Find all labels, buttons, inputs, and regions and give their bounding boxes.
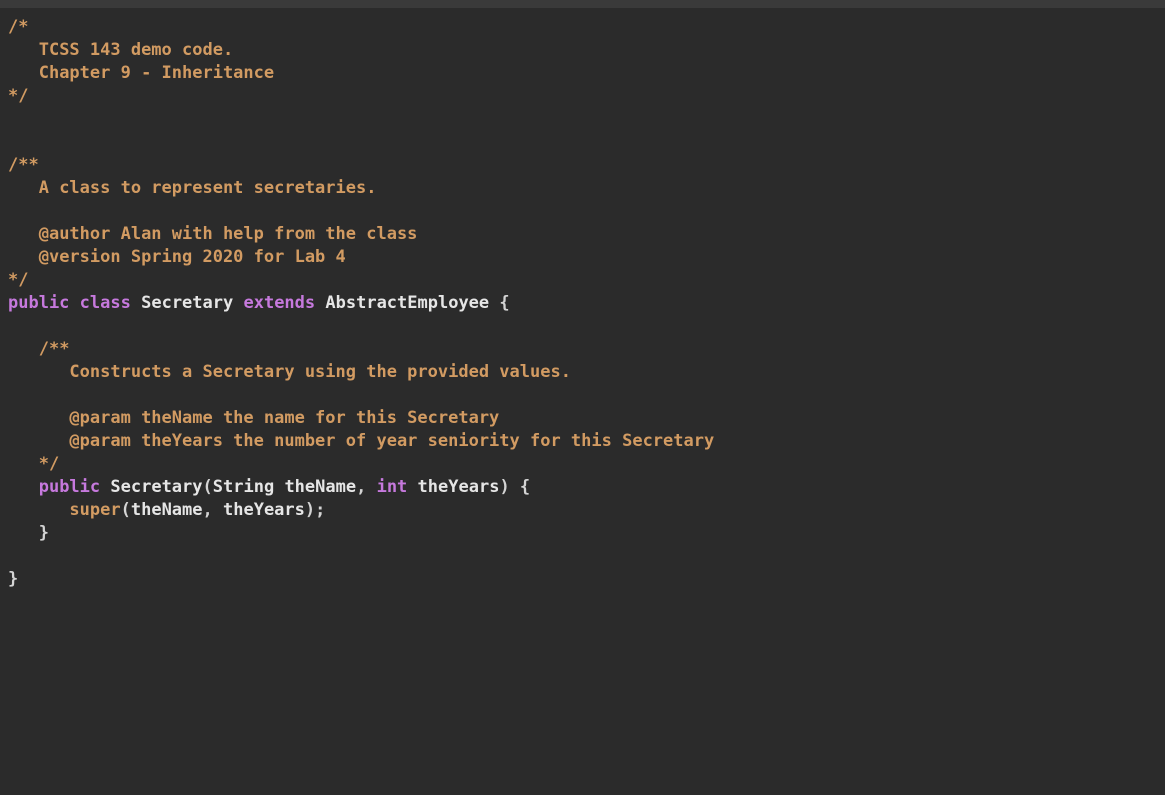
- code-token: @author Alan with help from the class: [39, 224, 418, 244]
- code-line: Constructs a Secretary using the provide…: [8, 362, 571, 382]
- code-token: AbstractEmployee: [325, 293, 489, 313]
- code-token: Chapter 9 - Inheritance: [39, 63, 274, 83]
- code-line: }: [8, 523, 49, 543]
- code-line: /**: [8, 339, 69, 359]
- code-line: A class to represent secretaries.: [8, 178, 376, 198]
- code-token: {: [499, 293, 509, 313]
- code-line: @version Spring 2020 for Lab 4: [8, 247, 346, 267]
- code-line: @author Alan with help from the class: [8, 224, 417, 244]
- code-token: Secretary: [110, 477, 202, 497]
- code-token: ,: [356, 477, 376, 497]
- code-line: */: [8, 270, 28, 290]
- code-token: int: [377, 477, 408, 497]
- code-token: class: [80, 293, 131, 313]
- code-token: /**: [8, 155, 39, 175]
- code-token: */: [39, 454, 59, 474]
- code-token: public: [39, 477, 100, 497]
- code-token: super: [69, 500, 120, 520]
- code-line: public Secretary(String theName, int the…: [8, 477, 530, 497]
- code-token: /*: [8, 17, 28, 37]
- code-line: }: [8, 569, 18, 589]
- code-token: ) {: [499, 477, 530, 497]
- code-token: [274, 477, 284, 497]
- code-line: */: [8, 454, 59, 474]
- code-token: theYears: [223, 500, 305, 520]
- code-token: }: [8, 569, 18, 589]
- code-token: /**: [39, 339, 70, 359]
- code-token: */: [8, 270, 28, 290]
- code-line: Chapter 9 - Inheritance: [8, 63, 274, 83]
- code-token: @version Spring 2020 for Lab 4: [39, 247, 346, 267]
- code-token: ,: [203, 500, 223, 520]
- code-token: extends: [243, 293, 315, 313]
- code-token: Secretary: [141, 293, 233, 313]
- code-line: /**: [8, 155, 39, 175]
- code-line: TCSS 143 demo code.: [8, 40, 233, 60]
- code-token: [131, 293, 141, 313]
- code-line: */: [8, 86, 28, 106]
- code-token: [233, 293, 243, 313]
- code-token: TCSS 143 demo code.: [39, 40, 233, 60]
- code-token: (: [121, 500, 131, 520]
- code-editor[interactable]: /* TCSS 143 demo code. Chapter 9 - Inher…: [0, 0, 1165, 795]
- code-token: theName: [284, 477, 356, 497]
- code-token: }: [39, 523, 49, 543]
- code-token: theYears: [418, 477, 500, 497]
- code-token: [407, 477, 417, 497]
- code-token: (: [203, 477, 213, 497]
- code-token: [489, 293, 499, 313]
- code-line: public class Secretary extends AbstractE…: [8, 293, 510, 313]
- code-token: );: [305, 500, 325, 520]
- code-line: super(theName, theYears);: [8, 500, 325, 520]
- code-token: @param theName the name for this Secreta…: [69, 408, 499, 428]
- code-line: /*: [8, 17, 28, 37]
- code-content: /* TCSS 143 demo code. Chapter 9 - Inher…: [8, 16, 1157, 591]
- code-token: */: [8, 86, 28, 106]
- code-token: public: [8, 293, 69, 313]
- code-token: A class to represent secretaries.: [39, 178, 377, 198]
- code-token: [100, 477, 110, 497]
- code-token: Constructs a Secretary using the provide…: [69, 362, 571, 382]
- code-token: @param theYears the number of year senio…: [69, 431, 714, 451]
- code-token: [69, 293, 79, 313]
- code-token: String: [213, 477, 274, 497]
- code-token: [315, 293, 325, 313]
- code-line: @param theName the name for this Secreta…: [8, 408, 499, 428]
- code-line: @param theYears the number of year senio…: [8, 431, 714, 451]
- code-token: theName: [131, 500, 203, 520]
